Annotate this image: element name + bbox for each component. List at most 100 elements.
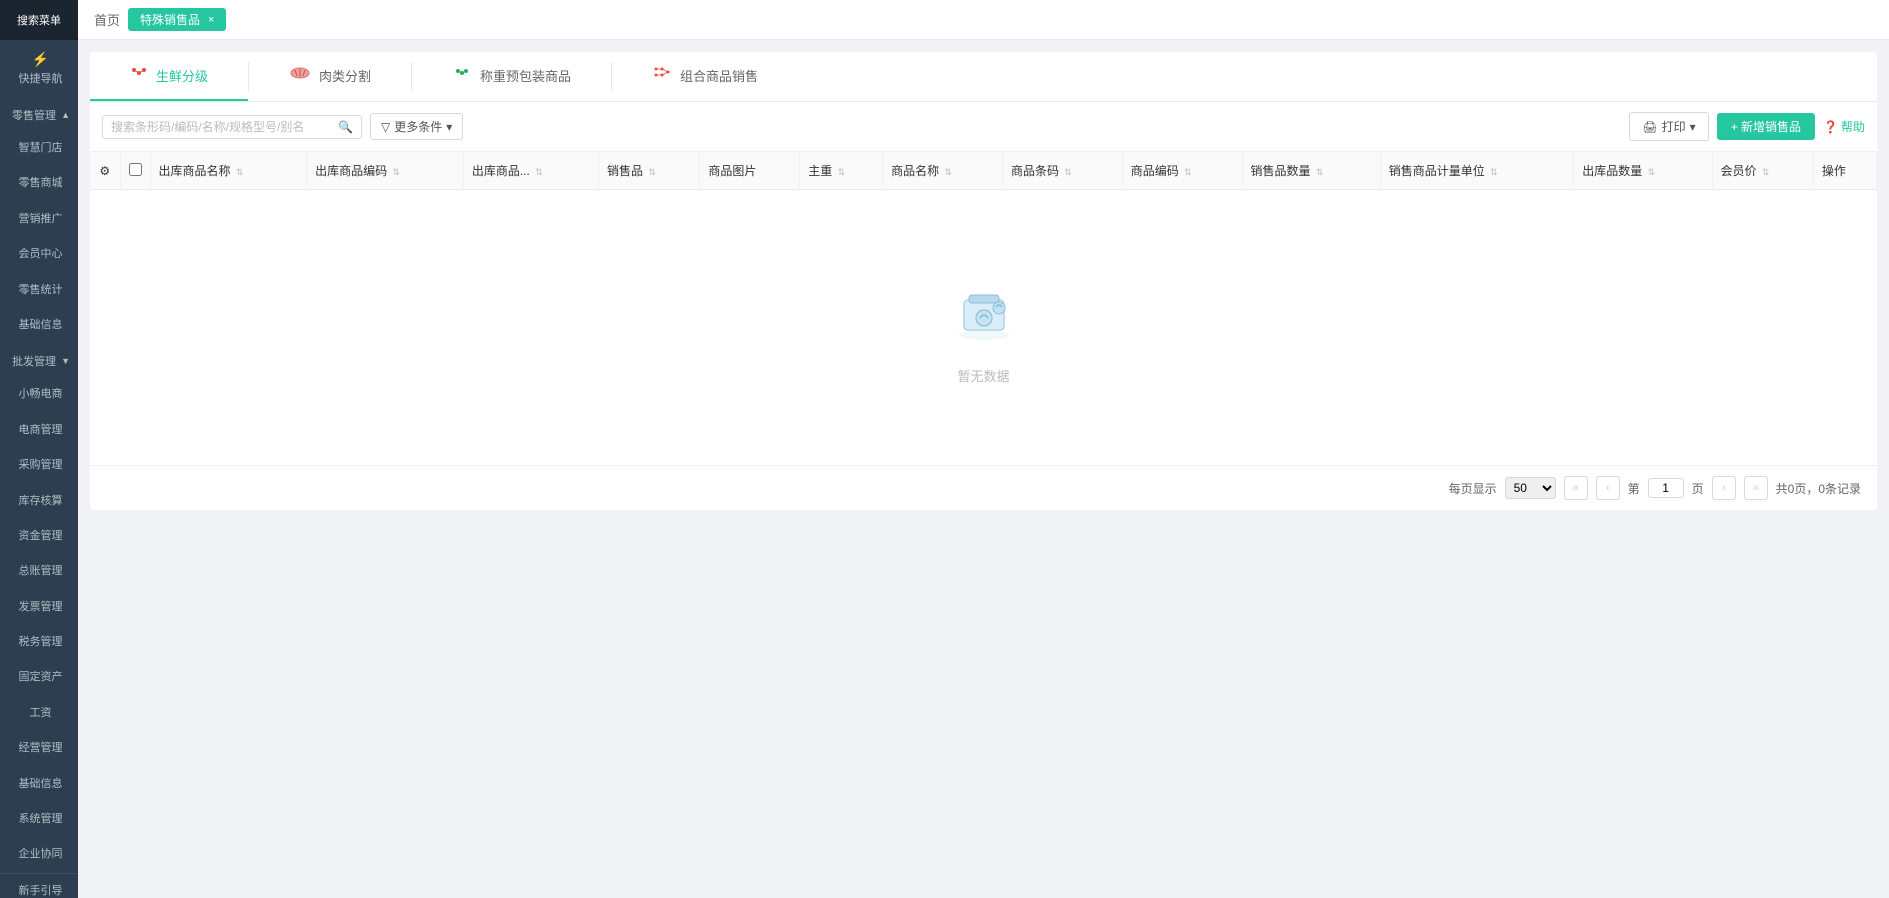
tab-weight-prepack[interactable]: 称重预包装商品 bbox=[412, 52, 611, 101]
sidebar-item-mini-app[interactable]: 小畅电商 bbox=[0, 377, 78, 412]
total-label: 共0页，0条记录 bbox=[1776, 480, 1861, 497]
finance-label: 资金管理 bbox=[19, 529, 63, 544]
sidebar-item-enterprise[interactable]: 企业协同 bbox=[0, 837, 78, 872]
col-sale-item[interactable]: 销售品 ⇅ bbox=[599, 152, 700, 190]
enterprise-label: 企业协同 bbox=[19, 847, 63, 862]
sidebar-item-smart-store[interactable]: 智慧门店 bbox=[0, 131, 78, 166]
ledger-label: 总账管理 bbox=[19, 564, 63, 579]
active-tab-tag[interactable]: 特殊销售品 × bbox=[128, 8, 226, 31]
sort-icon-out-spec: ⇅ bbox=[535, 167, 543, 177]
print-button[interactable]: 🖨 打印 ▾ bbox=[1629, 112, 1708, 141]
col-product-code[interactable]: 商品编码 ⇅ bbox=[1122, 152, 1242, 190]
col-barcode[interactable]: 商品条码 ⇅ bbox=[1002, 152, 1122, 190]
tab-fresh-grade[interactable]: 生鲜分级 bbox=[90, 52, 248, 101]
col-actions: 操作 bbox=[1813, 152, 1876, 190]
filter-button[interactable]: ▽ 更多条件 ▾ bbox=[370, 113, 463, 140]
weight-prepack-icon bbox=[452, 66, 472, 85]
sidebar-section-wholesale[interactable]: 批发管理 bbox=[0, 343, 78, 377]
close-tab-icon[interactable]: × bbox=[208, 14, 214, 26]
sidebar-item-member[interactable]: 会员中心 bbox=[0, 237, 78, 272]
col-checkbox[interactable] bbox=[120, 152, 150, 190]
sidebar: 搜索菜单 ⚡ 快捷导航 零售管理 智慧门店 零售商城 营销推广 会员中心 零售统… bbox=[0, 0, 78, 898]
fresh-grade-icon bbox=[130, 66, 148, 85]
prev-page-button[interactable]: ‹ bbox=[1596, 476, 1620, 500]
sidebar-item-finance[interactable]: 资金管理 bbox=[0, 519, 78, 554]
home-link[interactable]: 首页 bbox=[94, 10, 120, 29]
pagination-bar: 每页显示 10 20 50 100 « ‹ 第 页 › » 共0页，0条记录 bbox=[90, 465, 1877, 510]
sidebar-item-ecommerce[interactable]: 电商管理 bbox=[0, 413, 78, 448]
sidebar-item-basic-info2[interactable]: 基础信息 bbox=[0, 767, 78, 802]
sidebar-item-tax[interactable]: 税务管理 bbox=[0, 625, 78, 660]
sidebar-item-operations[interactable]: 经营管理 bbox=[0, 731, 78, 766]
col-member-price[interactable]: 会员价 ⇅ bbox=[1712, 152, 1813, 190]
filter-icon: ▽ bbox=[381, 120, 390, 134]
col-sale-unit[interactable]: 销售商品计量单位 ⇅ bbox=[1380, 152, 1574, 190]
meat-cut-icon bbox=[289, 66, 311, 85]
tab-meat-cut-label: 肉类分割 bbox=[319, 66, 371, 85]
smart-store-label: 智慧门店 bbox=[19, 141, 63, 156]
sidebar-item-newbie[interactable]: 新手引导 bbox=[0, 874, 78, 898]
sort-icon-sale-unit: ⇅ bbox=[1490, 167, 1498, 177]
sidebar-item-wages[interactable]: 工资 bbox=[0, 696, 78, 731]
tab-combo-sales-label: 组合商品销售 bbox=[680, 66, 758, 85]
next-page-button[interactable]: › bbox=[1712, 476, 1736, 500]
sidebar-item-basic-info[interactable]: 基础信息 bbox=[0, 308, 78, 343]
col-out-spec[interactable]: 出库商品... ⇅ bbox=[463, 152, 598, 190]
main-card: 生鲜分级 肉类分割 bbox=[90, 52, 1877, 510]
sidebar-item-marketing[interactable]: 营销推广 bbox=[0, 202, 78, 237]
col-settings[interactable]: ⚙ bbox=[90, 152, 120, 190]
operations-label: 经营管理 bbox=[19, 741, 63, 756]
sidebar-section-retail[interactable]: 零售管理 bbox=[0, 97, 78, 131]
mini-app-label: 小畅电商 bbox=[19, 387, 63, 402]
sidebar-logo[interactable]: 搜索菜单 bbox=[0, 0, 78, 40]
sidebar-item-invoice[interactable]: 发票管理 bbox=[0, 590, 78, 625]
basic-info2-label: 基础信息 bbox=[19, 777, 63, 792]
col-sale-qty[interactable]: 销售品数量 ⇅ bbox=[1242, 152, 1380, 190]
toolbar-right: 🖨 打印 ▾ + 新增销售品 ❓ 帮助 bbox=[1629, 112, 1865, 141]
print-chevron-icon: ▾ bbox=[1690, 120, 1696, 134]
quick-nav-icon: ⚡ bbox=[32, 50, 49, 70]
col-out-code[interactable]: 出库商品编码 ⇅ bbox=[307, 152, 464, 190]
marketing-label: 营销推广 bbox=[19, 212, 63, 227]
first-page-button[interactable]: « bbox=[1564, 476, 1588, 500]
inventory-label: 库存核算 bbox=[19, 494, 63, 509]
sidebar-item-retail-mall[interactable]: 零售商城 bbox=[0, 166, 78, 201]
last-page-button[interactable]: » bbox=[1744, 476, 1768, 500]
tax-label: 税务管理 bbox=[19, 635, 63, 650]
table-header-row: ⚙ 出库商品名称 ⇅ 出库商品编码 ⇅ bbox=[90, 152, 1877, 190]
tab-meat-cut[interactable]: 肉类分割 bbox=[249, 52, 411, 101]
page-input[interactable] bbox=[1648, 478, 1684, 498]
sort-icon-sale-qty: ⇅ bbox=[1316, 167, 1324, 177]
toolbar: 🔍 ▽ 更多条件 ▾ 🖨 打印 ▾ + 新增销售品 bbox=[90, 102, 1877, 152]
sidebar-item-sys-mgmt[interactable]: 系统管理 bbox=[0, 802, 78, 837]
basic-info-label: 基础信息 bbox=[19, 318, 63, 333]
help-button[interactable]: ❓ 帮助 bbox=[1823, 118, 1865, 135]
add-button[interactable]: + 新增销售品 bbox=[1717, 113, 1815, 140]
sidebar-item-quick-nav[interactable]: ⚡ 快捷导航 bbox=[0, 40, 78, 97]
sidebar-item-ledger[interactable]: 总账管理 bbox=[0, 554, 78, 589]
search-icon[interactable]: 🔍 bbox=[338, 120, 353, 134]
sidebar-item-fixed-assets[interactable]: 固定资产 bbox=[0, 660, 78, 695]
col-product-name[interactable]: 商品名称 ⇅ bbox=[883, 152, 1003, 190]
ecommerce-label: 电商管理 bbox=[19, 423, 63, 438]
content-area: 生鲜分级 肉类分割 bbox=[78, 40, 1889, 898]
print-icon: 🖨 bbox=[1642, 120, 1657, 134]
sort-icon-out-name: ⇅ bbox=[236, 167, 244, 177]
search-input[interactable] bbox=[111, 120, 334, 134]
sidebar-item-purchase[interactable]: 采购管理 bbox=[0, 448, 78, 483]
tab-weight-prepack-label: 称重预包装商品 bbox=[480, 66, 571, 85]
select-all-checkbox[interactable] bbox=[129, 163, 142, 176]
main-area: 首页 特殊销售品 × bbox=[78, 0, 1889, 898]
empty-text: 暂无数据 bbox=[957, 366, 1009, 385]
col-out-name[interactable]: 出库商品名称 ⇅ bbox=[150, 152, 307, 190]
chevron-down-icon: ▾ bbox=[446, 120, 452, 134]
sidebar-item-inventory[interactable]: 库存核算 bbox=[0, 484, 78, 519]
sidebar-item-retail-stats[interactable]: 零售统计 bbox=[0, 273, 78, 308]
search-box[interactable]: 🔍 bbox=[102, 115, 362, 139]
tab-combo-sales[interactable]: 组合商品销售 bbox=[612, 52, 798, 101]
tabs-row: 生鲜分级 肉类分割 bbox=[90, 52, 1877, 102]
member-label: 会员中心 bbox=[19, 247, 63, 262]
col-out-qty[interactable]: 出库品数量 ⇅ bbox=[1574, 152, 1712, 190]
page-size-select[interactable]: 10 20 50 100 bbox=[1505, 477, 1556, 499]
col-weight[interactable]: 主重 ⇅ bbox=[800, 152, 883, 190]
